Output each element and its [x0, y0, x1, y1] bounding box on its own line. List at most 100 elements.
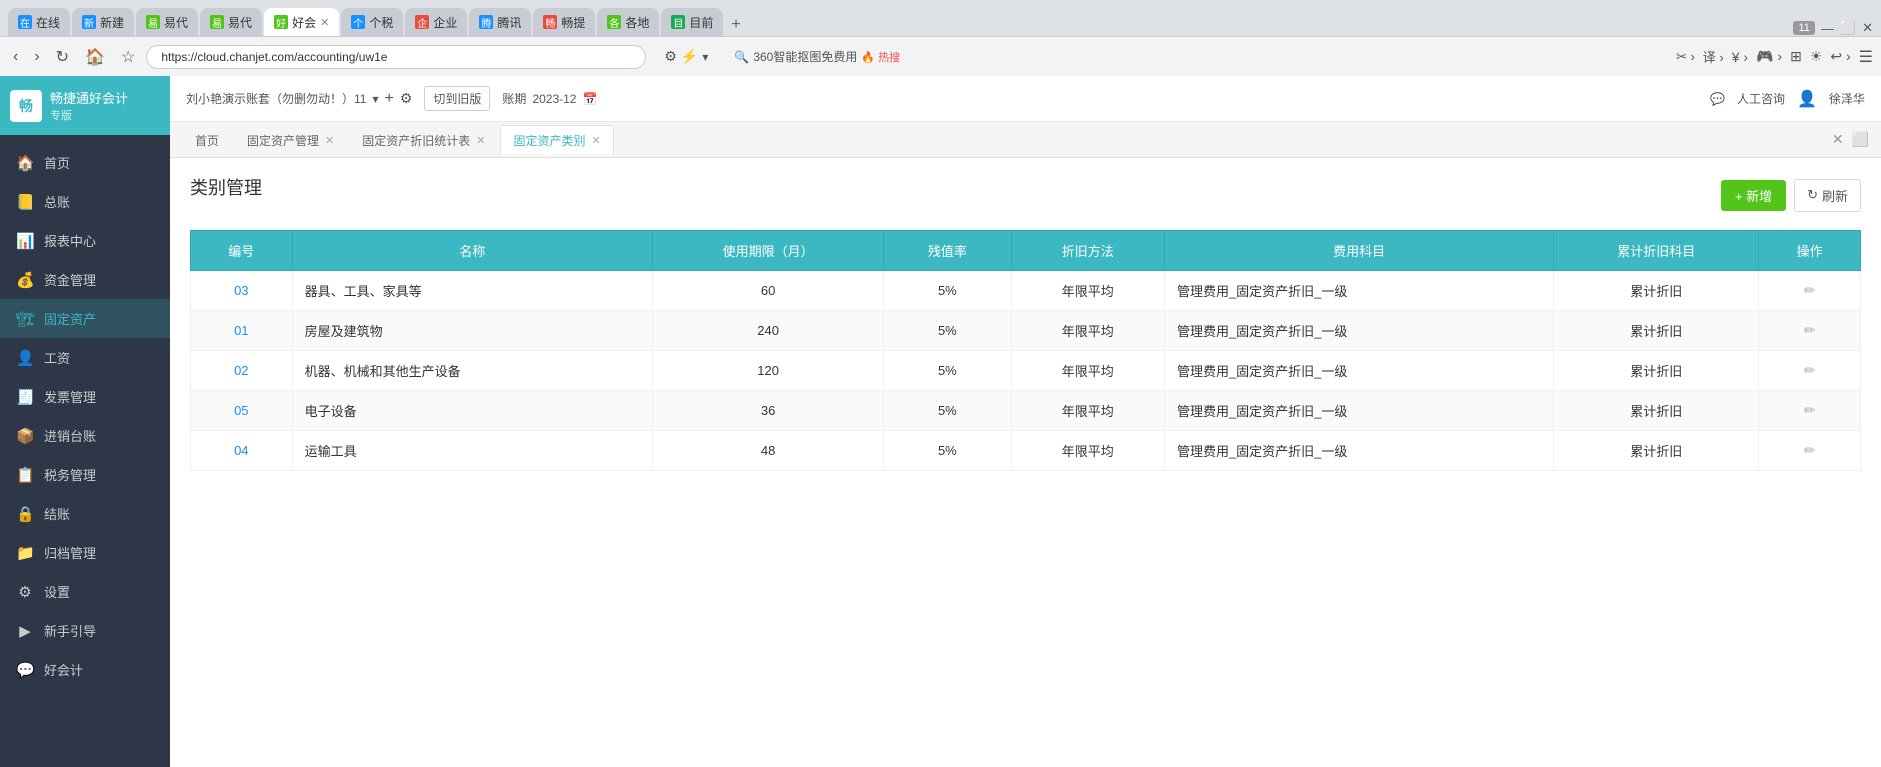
- sidebar-item-home[interactable]: 🏠 首页: [0, 143, 170, 182]
- switch-version-button[interactable]: 切到旧版: [424, 86, 490, 111]
- app-tab-label: 固定资产管理: [247, 132, 319, 149]
- sidebar-item-inventory[interactable]: 📦 进销台账: [0, 416, 170, 455]
- col-action: 操作: [1759, 231, 1861, 271]
- browser-minimize-icon[interactable]: —: [1821, 21, 1834, 36]
- browser-tab-yidai2[interactable]: 易 易代: [200, 8, 262, 36]
- sidebar-item-label: 工资: [44, 348, 70, 367]
- game-icon[interactable]: 🎮 ›: [1756, 48, 1782, 65]
- cell-residual: 5%: [884, 391, 1011, 431]
- browser-tab-muqian[interactable]: 目 目前: [661, 8, 723, 36]
- sidebar-item-payroll[interactable]: 👤 工资: [0, 338, 170, 377]
- page-actions: + 新增 ↻ 刷新: [1721, 179, 1861, 212]
- sidebar-item-label: 发票管理: [44, 387, 96, 406]
- dropdown-icon[interactable]: ▾: [372, 92, 378, 106]
- ledger-icon: 📒: [16, 193, 34, 211]
- support-label[interactable]: 人工咨询: [1737, 90, 1785, 107]
- cell-code: 03: [191, 271, 293, 311]
- cut-icon[interactable]: ✂ ›: [1676, 49, 1695, 65]
- edit-button[interactable]: ✏: [1804, 402, 1816, 418]
- fixed-asset-icon: 🏗: [16, 310, 34, 328]
- app-tab-fixed-mgr[interactable]: 固定资产管理 ✕: [234, 125, 347, 155]
- browser-tab-changte[interactable]: 畅 畅提: [533, 8, 595, 36]
- app-tab-home[interactable]: 首页: [182, 125, 232, 155]
- home-nav-button[interactable]: 🏠: [80, 45, 110, 69]
- app-tab-close-icon[interactable]: ✕: [592, 134, 601, 147]
- sidebar-item-fund[interactable]: 💰 资金管理: [0, 260, 170, 299]
- sidebar-item-help[interactable]: 💬 好会计: [0, 650, 170, 689]
- inventory-icon: 📦: [16, 427, 34, 445]
- tab-bar-expand-icon[interactable]: ⬜: [1852, 131, 1869, 148]
- refresh-button[interactable]: ↻ 刷新: [1794, 179, 1861, 212]
- sidebar-item-guide[interactable]: ▶ 新手引导: [0, 611, 170, 650]
- back-button[interactable]: ‹: [8, 46, 23, 68]
- cell-action: ✏: [1759, 391, 1861, 431]
- sidebar-item-report[interactable]: 📊 报表中心: [0, 221, 170, 260]
- menu-icon[interactable]: ☰: [1859, 47, 1873, 67]
- cell-method: 年限平均: [1011, 311, 1164, 351]
- browser-tab-new[interactable]: 新 新建: [72, 8, 134, 36]
- cell-accumulated: 累计折旧: [1554, 351, 1759, 391]
- browser-tab-enterprise[interactable]: 企 企业: [405, 8, 467, 36]
- edit-button[interactable]: ✏: [1804, 442, 1816, 458]
- undo-icon[interactable]: ↩ ›: [1830, 48, 1850, 65]
- sidebar-item-settings[interactable]: ⚙ 设置: [0, 572, 170, 611]
- app-tab-category[interactable]: 固定资产类别 ✕: [500, 125, 613, 155]
- username-label: 徐泽华: [1829, 90, 1865, 107]
- app-tab-close-icon[interactable]: ✕: [476, 134, 485, 147]
- browser-tab-label: 个税: [369, 14, 393, 31]
- translate-icon[interactable]: 译 ›: [1703, 47, 1724, 66]
- add-category-button[interactable]: + 新增: [1721, 180, 1786, 211]
- browser-tab-label: 新建: [100, 14, 124, 31]
- settings-gear-icon[interactable]: ⚙: [400, 90, 413, 107]
- sidebar-item-settlement[interactable]: 🔒 结账: [0, 494, 170, 533]
- col-accumulated: 累计折旧科目: [1554, 231, 1759, 271]
- col-name: 名称: [292, 231, 652, 271]
- browser-tab-yidai1[interactable]: 易 易代: [136, 8, 198, 36]
- edit-button[interactable]: ✏: [1804, 362, 1816, 378]
- app-header: 刘小艳演示账套（勿删勿动！）11 ▾ + ⚙ 切到旧版 账期 2023-12 📅…: [170, 76, 1881, 122]
- app-tabs-bar: 首页 固定资产管理 ✕ 固定资产折旧统计表 ✕ 固定资产类别 ✕ ✕ ⬜: [170, 122, 1881, 158]
- browser-tab-zaixin[interactable]: 在 在线: [8, 8, 70, 36]
- forward-button[interactable]: ›: [29, 46, 44, 68]
- new-tab-button[interactable]: +: [725, 14, 746, 36]
- invoice-icon: 🧾: [16, 388, 34, 406]
- browser-tab-label: 各地: [625, 14, 649, 31]
- browser-tab-tencent[interactable]: 腾 腾讯: [469, 8, 531, 36]
- col-expense: 费用科目: [1164, 231, 1553, 271]
- sidebar-item-archive[interactable]: 📁 归档管理: [0, 533, 170, 572]
- browser-tab-haohui[interactable]: 好 好会 ✕: [264, 8, 339, 36]
- add-account-icon[interactable]: +: [385, 90, 394, 108]
- sidebar-item-tax[interactable]: 📋 税务管理: [0, 455, 170, 494]
- tab-bar-close-icon[interactable]: ✕: [1832, 131, 1844, 148]
- app-tab-depreciation[interactable]: 固定资产折旧统计表 ✕: [349, 125, 498, 155]
- sidebar-item-fixed-asset[interactable]: 🏗 固定资产: [0, 299, 170, 338]
- edit-button[interactable]: ✏: [1804, 282, 1816, 298]
- sidebar-item-label: 总账: [44, 192, 70, 211]
- main-content: 刘小艳演示账套（勿删勿动！）11 ▾ + ⚙ 切到旧版 账期 2023-12 📅…: [170, 76, 1881, 767]
- bookmark-button[interactable]: ☆: [116, 45, 140, 69]
- address-input[interactable]: [146, 45, 646, 69]
- browser-close-icon[interactable]: ✕: [1862, 20, 1873, 36]
- sidebar-item-ledger[interactable]: 📒 总账: [0, 182, 170, 221]
- grid-icon[interactable]: ⊞: [1790, 48, 1802, 65]
- browser-tab-close-icon[interactable]: ✕: [320, 16, 329, 29]
- edit-button[interactable]: ✏: [1804, 322, 1816, 338]
- report-icon: 📊: [16, 232, 34, 250]
- reload-button[interactable]: ↻: [51, 45, 74, 69]
- logo-char: 畅: [19, 96, 33, 116]
- sun-icon[interactable]: ☀: [1810, 48, 1823, 65]
- user-label: 刘小艳演示账套（勿删勿动！）11: [186, 90, 366, 107]
- browser-chrome: 在 在线 新 新建 易 易代 易 易代 好 好会 ✕ 个 个税 企 企业 腾: [0, 0, 1881, 76]
- browser-restore-icon[interactable]: ⬜: [1840, 20, 1856, 36]
- cell-action: ✏: [1759, 431, 1861, 471]
- browser-tab-gedi[interactable]: 各 各地: [597, 8, 659, 36]
- address-bar: ‹ › ↻ 🏠 ☆ ⚙ ⚡ ▾ 🔍 360智能抠图免费用 🔥 热搜 ✂ › 译 …: [0, 36, 1881, 76]
- dropdown-arrow-icon[interactable]: ▾: [702, 50, 708, 64]
- currency-icon[interactable]: ¥ ›: [1732, 49, 1748, 65]
- sidebar-item-invoice[interactable]: 🧾 发票管理: [0, 377, 170, 416]
- calendar-icon[interactable]: 📅: [582, 92, 597, 106]
- app-tab-close-icon[interactable]: ✕: [325, 134, 334, 147]
- settlement-icon: 🔒: [16, 505, 34, 523]
- browser-tab-getax[interactable]: 个 个税: [341, 8, 403, 36]
- browser-tab-label: 畅提: [561, 14, 585, 31]
